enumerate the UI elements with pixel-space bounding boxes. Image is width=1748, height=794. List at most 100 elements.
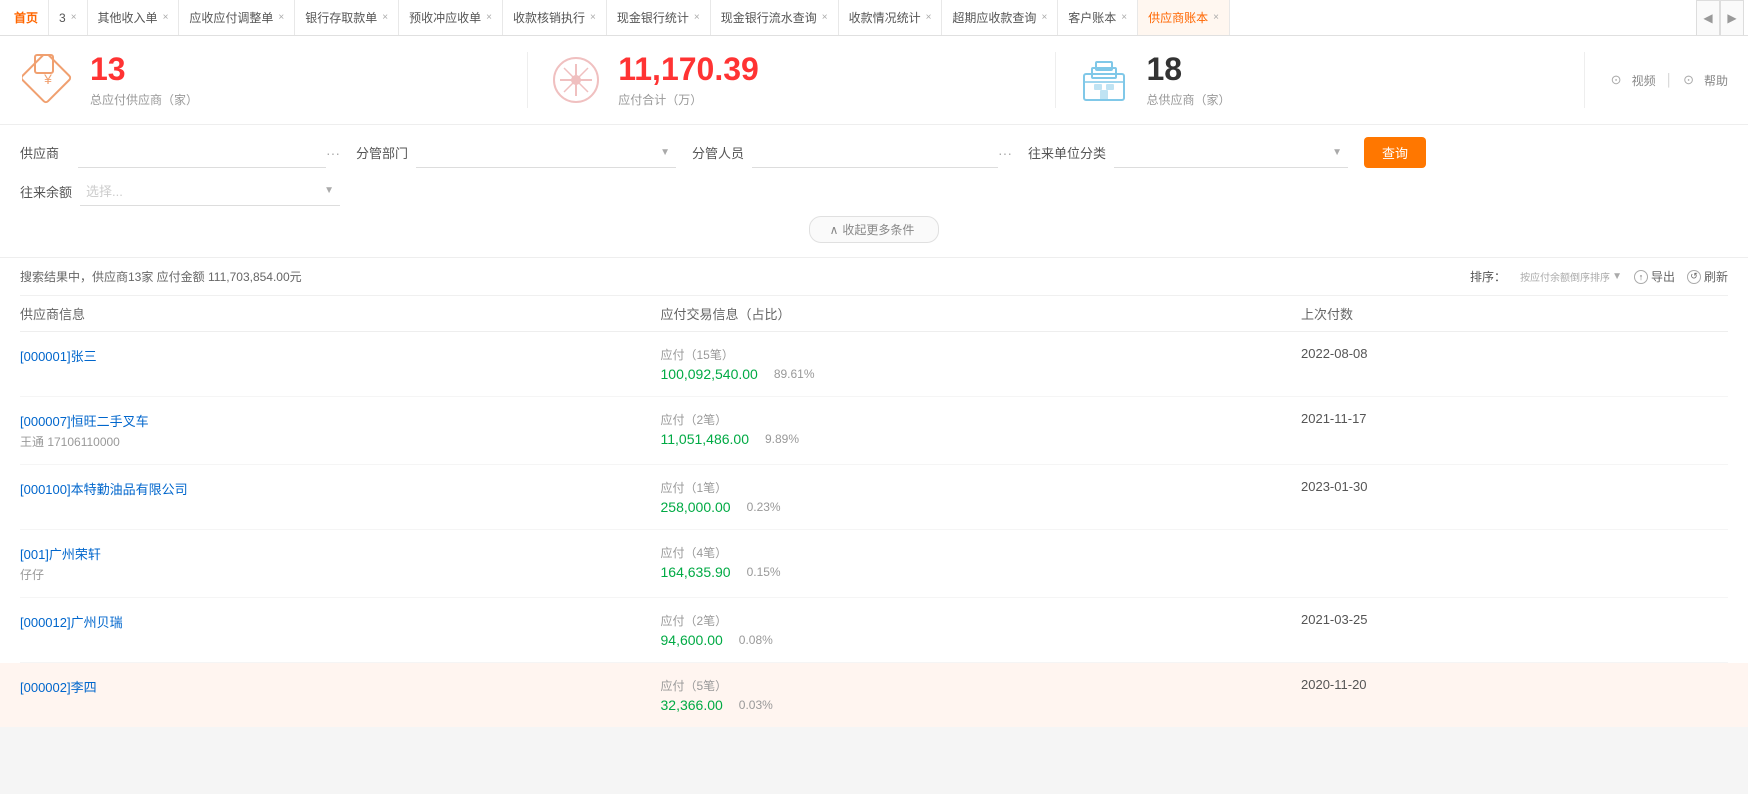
supplier-name-link[interactable]: [000002]李四 bbox=[20, 680, 97, 695]
sort-label: 排序： bbox=[1470, 268, 1506, 285]
stat-payable-suppliers-content: 13 总应付供应商（家） bbox=[90, 52, 198, 107]
filter-balance-select[interactable]: 选择... ▼ bbox=[80, 176, 340, 206]
nav-cash-stat-close[interactable]: × bbox=[694, 12, 700, 23]
supplier-name-link[interactable]: [000012]广州贝瑞 bbox=[20, 615, 123, 630]
nav-supplier-book-close[interactable]: × bbox=[1213, 12, 1219, 23]
nav-adjust-label: 应收应付调整单 bbox=[189, 9, 273, 26]
nav-customer-book-label: 客户账本 bbox=[1068, 9, 1116, 26]
table-row: [000002]李四 应付（5笔） 32,366.00 0.03% 2020-1… bbox=[0, 663, 1748, 728]
nav-tab3[interactable]: 3 × bbox=[49, 0, 88, 35]
sort-dropdown-icon: ▼ bbox=[1612, 271, 1622, 282]
transaction-cell: 应付（2笔） 94,600.00 0.08% bbox=[661, 612, 1302, 648]
sort-select[interactable]: 按应付余额倒序排序 ▼ bbox=[1518, 269, 1622, 284]
export-button[interactable]: ↑ 导出 bbox=[1634, 268, 1675, 285]
nav-overdue[interactable]: 超期应收款查询 × bbox=[942, 0, 1058, 35]
nav-other-income-label: 其他收入单 bbox=[98, 9, 158, 26]
transaction-percent: 0.15% bbox=[747, 565, 781, 579]
table-toolbar: 搜索结果中，供应商13家 应付金额 111,703,854.00元 排序： 按应… bbox=[20, 258, 1728, 296]
stat-total-suppliers-icon bbox=[1076, 52, 1132, 108]
nav-supplier-book[interactable]: 供应商账本 × bbox=[1138, 0, 1230, 35]
transaction-type: 应付（15笔） bbox=[661, 346, 1302, 363]
nav-cash-flow-label: 现金银行流水查询 bbox=[721, 9, 817, 26]
filter-unit-category-label: 往来单位分类 bbox=[1028, 143, 1106, 162]
nav-arrow-left[interactable]: ◀ bbox=[1696, 0, 1720, 36]
transaction-type: 应付（2笔） bbox=[661, 612, 1302, 629]
transaction-amount[interactable]: 32,366.00 bbox=[661, 697, 723, 713]
filter-row-2: 往来余额 选择... ▼ bbox=[20, 176, 1728, 206]
transaction-amount[interactable]: 100,092,540.00 bbox=[661, 366, 758, 382]
filter-unit-category-select[interactable]: ▼ bbox=[1114, 138, 1348, 168]
supplier-contact: 仔仔 bbox=[20, 566, 661, 583]
nav-recv-stat-label: 收款情况统计 bbox=[849, 9, 921, 26]
supplier-name-link[interactable]: [000001]张三 bbox=[20, 349, 97, 364]
filter-supplier-label: 供应商 bbox=[20, 143, 70, 162]
supplier-name-link[interactable]: [000007]恒旺二手叉车 bbox=[20, 414, 149, 429]
stat-payable-total: 11,170.39 应付合计（万） bbox=[548, 52, 1056, 108]
help-icon: ⊙ bbox=[1683, 72, 1694, 88]
supplier-input[interactable] bbox=[78, 138, 326, 168]
collapse-button[interactable]: ∧ 收起更多条件 bbox=[809, 216, 940, 243]
transaction-type: 应付（5笔） bbox=[661, 677, 1302, 694]
collapse-row: ∧ 收起更多条件 bbox=[20, 210, 1728, 245]
nav-recv-exec-close[interactable]: × bbox=[590, 12, 596, 23]
nav-home[interactable]: 首页 bbox=[4, 0, 49, 35]
last-pay-cell: 2021-03-25 bbox=[1301, 612, 1728, 627]
nav-cash-flow-close[interactable]: × bbox=[822, 12, 828, 23]
nav-cash-flow[interactable]: 现金银行流水查询 × bbox=[711, 0, 839, 35]
nav-customer-book-close[interactable]: × bbox=[1121, 12, 1127, 23]
table-row: [000012]广州贝瑞 应付（2笔） 94,600.00 0.08% 2021… bbox=[20, 598, 1728, 663]
table-rows-container: [000001]张三 应付（15笔） 100,092,540.00 89.61%… bbox=[20, 332, 1728, 728]
top-navigation: 首页 3 × 其他收入单 × 应收应付调整单 × 银行存取款单 × 预收冲应收单… bbox=[0, 0, 1748, 36]
stat-total-suppliers-number: 18 bbox=[1146, 52, 1230, 87]
stat-payable-total-content: 11,170.39 应付合计（万） bbox=[618, 52, 759, 107]
supplier-name-link[interactable]: [000100]本特勤油品有限公司 bbox=[20, 482, 188, 497]
transaction-cell: 应付（15笔） 100,092,540.00 89.61% bbox=[661, 346, 1302, 382]
nav-tab3-close[interactable]: × bbox=[71, 12, 77, 23]
help-video-link[interactable]: 视频 bbox=[1632, 72, 1656, 89]
transaction-cell: 应付（1笔） 258,000.00 0.23% bbox=[661, 479, 1302, 515]
manager-input[interactable] bbox=[752, 138, 998, 168]
filter-dept-dropdown-icon: ▼ bbox=[660, 147, 670, 158]
stat-total-suppliers: 18 总供应商（家） bbox=[1076, 52, 1584, 108]
filter-manager-label: 分管人员 bbox=[692, 143, 744, 162]
nav-arrows: ◀ ▶ bbox=[1696, 0, 1744, 36]
nav-adjust-close[interactable]: × bbox=[278, 12, 284, 23]
nav-other-income[interactable]: 其他收入单 × bbox=[88, 0, 180, 35]
refresh-button[interactable]: ↺ 刷新 bbox=[1687, 268, 1728, 285]
transaction-amount[interactable]: 258,000.00 bbox=[661, 499, 731, 515]
help-help-link[interactable]: 帮助 bbox=[1704, 72, 1728, 89]
stat-payable-suppliers-number: 13 bbox=[90, 52, 198, 87]
nav-other-income-close[interactable]: × bbox=[163, 12, 169, 23]
nav-bank-close[interactable]: × bbox=[382, 12, 388, 23]
last-pay-date: 2022-08-08 bbox=[1301, 346, 1368, 361]
nav-overdue-close[interactable]: × bbox=[1041, 12, 1047, 23]
nav-cash-stat-label: 现金银行统计 bbox=[617, 9, 689, 26]
transaction-amount[interactable]: 11,051,486.00 bbox=[661, 431, 750, 447]
table-row: [001]广州荣轩 仔仔 应付（4笔） 164,635.90 0.15% bbox=[20, 530, 1728, 598]
filter-row-1: 供应商 ··· 分管部门 ▼ 分管人员 ··· 往来单位分类 ▼ 查询 bbox=[20, 137, 1728, 168]
search-button[interactable]: 查询 bbox=[1364, 137, 1426, 168]
filter-manager: 分管人员 ··· bbox=[692, 138, 1012, 168]
nav-cash-stat[interactable]: 现金银行统计 × bbox=[607, 0, 711, 35]
nav-recv-stat[interactable]: 收款情况统计 × bbox=[839, 0, 943, 35]
supplier-ellipsis-icon[interactable]: ··· bbox=[326, 145, 340, 161]
filter-balance-dropdown-icon: ▼ bbox=[324, 185, 334, 196]
nav-recv-stat-close[interactable]: × bbox=[926, 12, 932, 23]
nav-advance-recv[interactable]: 预收冲应收单 × bbox=[399, 0, 503, 35]
filter-area: 供应商 ··· 分管部门 ▼ 分管人员 ··· 往来单位分类 ▼ 查询 bbox=[0, 125, 1748, 258]
nav-customer-book[interactable]: 客户账本 × bbox=[1058, 0, 1138, 35]
transaction-row: 94,600.00 0.08% bbox=[661, 632, 1302, 648]
nav-recv-exec[interactable]: 收款核销执行 × bbox=[503, 0, 607, 35]
nav-bank[interactable]: 银行存取款单 × bbox=[295, 0, 399, 35]
transaction-amount[interactable]: 94,600.00 bbox=[661, 632, 723, 648]
nav-advance-recv-close[interactable]: × bbox=[486, 12, 492, 23]
filter-dept-select[interactable]: ▼ bbox=[416, 138, 676, 168]
nav-recv-exec-label: 收款核销执行 bbox=[513, 9, 585, 26]
manager-ellipsis-icon[interactable]: ··· bbox=[998, 145, 1012, 161]
nav-adjust[interactable]: 应收应付调整单 × bbox=[179, 0, 295, 35]
nav-arrow-right[interactable]: ▶ bbox=[1720, 0, 1744, 36]
filter-balance-label: 往来余额 bbox=[20, 182, 72, 201]
transaction-amount[interactable]: 164,635.90 bbox=[661, 564, 731, 580]
supplier-name-link[interactable]: [001]广州荣轩 bbox=[20, 547, 101, 562]
supplier-info-cell: [000001]张三 bbox=[20, 346, 661, 365]
